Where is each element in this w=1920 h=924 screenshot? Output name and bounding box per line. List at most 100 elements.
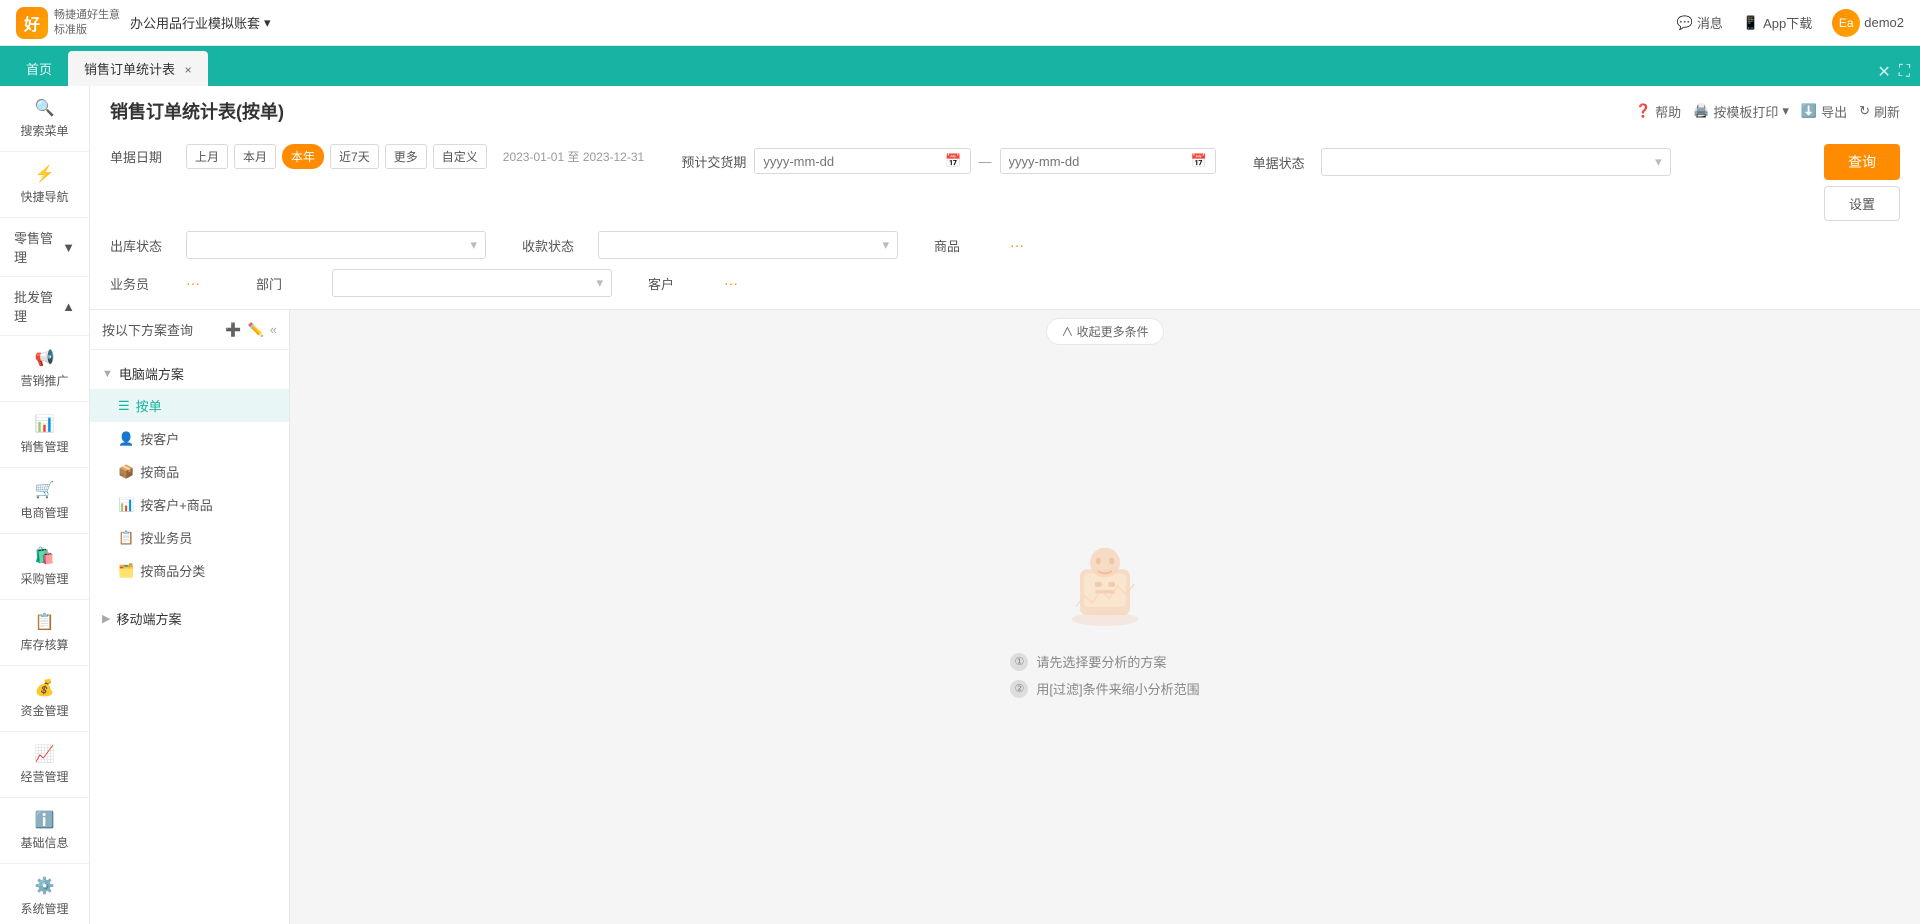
goods-input[interactable]: ··· xyxy=(1010,237,1024,253)
sidebar-item-marketing[interactable]: 📢 营销推广 xyxy=(0,336,89,402)
by-customer-goods-icon: 📊 xyxy=(118,497,134,513)
date-btn-this-year[interactable]: 本年 xyxy=(282,144,324,169)
expected-date-from-wrap: 📅 xyxy=(754,148,970,174)
sidebar-finance-label: 资金管理 xyxy=(20,702,68,719)
filter-panel: 单据日期 上月 本月 本年 近7天 更多 自定义 2023-01-01 至 20… xyxy=(90,132,1920,310)
chevron-down-icon: ▾ xyxy=(264,15,271,31)
tab-close-icon[interactable]: × xyxy=(185,63,192,77)
mobile-section-label: 移动端方案 xyxy=(116,609,181,628)
content-area: 销售订单统计表(按单) ❓ 帮助 🖨️ 按模板打印 ▾ ⬇️ 导出 ↻ 刷新 xyxy=(90,86,1920,924)
sidebar-item-retail[interactable]: 零售管理 ▼ xyxy=(0,218,89,277)
scheme-item-by-customer-goods[interactable]: 📊 按客户+商品 xyxy=(90,488,289,521)
collapse-bar: ∧ 收起更多条件 xyxy=(290,310,1920,353)
scheme-item-by-customer[interactable]: 👤 按客户 xyxy=(90,422,289,455)
tip-text-1: 请先选择要分析的方案 xyxy=(1036,652,1166,671)
sidebar-ecommerce-label: 电商管理 xyxy=(20,504,68,521)
logo-area: 好 畅捷通好生意 标准版 xyxy=(16,7,120,39)
tab-home[interactable]: 首页 xyxy=(10,51,68,86)
refresh-label: 刷新 xyxy=(1874,102,1900,121)
sidebar-retail-label: 零售管理 xyxy=(14,228,62,266)
sidebar-search-label: 搜索菜单 xyxy=(20,122,68,139)
date-btn-last-month[interactable]: 上月 xyxy=(186,144,228,169)
by-order-icon: ☰ xyxy=(118,398,130,414)
inventory-icon: 📋 xyxy=(35,612,55,632)
date-btn-this-month[interactable]: 本月 xyxy=(234,144,276,169)
sidebar-marketing-label: 营销推广 xyxy=(20,372,68,389)
scheme-item-by-goods[interactable]: 📦 按商品 xyxy=(90,455,289,488)
scheme-item-by-category[interactable]: 🗂️ 按商品分类 xyxy=(90,554,289,587)
department-select[interactable]: ▾ xyxy=(332,269,612,297)
collapse-more-button[interactable]: ∧ 收起更多条件 xyxy=(1046,318,1163,345)
tip-text-2: 用[过滤]条件来缩小分析范围 xyxy=(1036,679,1199,698)
help-action[interactable]: ❓ 帮助 xyxy=(1635,102,1681,121)
expected-date-to-input[interactable] xyxy=(1009,154,1185,169)
out-status-label: 出库状态 xyxy=(110,236,170,255)
sidebar-item-sales[interactable]: 📊 销售管理 xyxy=(0,402,89,468)
date-range-display: 2023-01-01 至 2023-12-31 xyxy=(503,148,644,165)
expected-date-from-input[interactable] xyxy=(763,154,939,169)
sidebar-item-search[interactable]: 🔍 搜索菜单 xyxy=(0,86,89,152)
payment-status-label: 收款状态 xyxy=(522,236,582,255)
tab-active-label: 销售订单统计表 xyxy=(84,62,175,77)
help-icon: ❓ xyxy=(1635,103,1651,119)
export-action[interactable]: ⬇️ 导出 xyxy=(1801,102,1847,121)
sidebar-purchase-label: 采购管理 xyxy=(20,570,68,587)
window-maximize-icon[interactable]: ⛶ xyxy=(1899,63,1910,81)
mobile-scheme-section: ▶ 移动端方案 xyxy=(90,595,289,642)
window-close-icon[interactable]: ✕ xyxy=(1877,62,1890,82)
salesperson-input[interactable]: ··· xyxy=(186,275,200,291)
sidebar-item-nav[interactable]: ⚡ 快捷导航 xyxy=(0,152,89,218)
setting-button[interactable]: 设置 xyxy=(1824,186,1900,221)
scheme-item-by-order[interactable]: ☰ 按单 xyxy=(90,389,289,422)
refresh-action[interactable]: ↻ 刷新 xyxy=(1859,102,1900,121)
app-download-item[interactable]: 📱 App下载 xyxy=(1743,13,1812,32)
app-selector[interactable]: 办公用品行业模拟账套 ▾ xyxy=(130,13,271,32)
out-status-chevron-icon: ▾ xyxy=(470,237,477,253)
date-btn-custom[interactable]: 自定义 xyxy=(433,144,487,169)
filter-action-buttons: 查询 设置 xyxy=(1824,144,1900,221)
sidebar-inventory-label: 库存核算 xyxy=(20,636,68,653)
mobile-section-header[interactable]: ▶ 移动端方案 xyxy=(90,603,289,634)
template-print-label: 按模板打印 xyxy=(1713,102,1778,121)
collapse-scheme-icon[interactable]: « xyxy=(270,322,277,338)
add-scheme-icon[interactable]: ➕ xyxy=(225,322,241,338)
sidebar-item-wholesale[interactable]: 批发管理 ▲ xyxy=(0,277,89,336)
scheme-panel-header: 按以下方案查询 ➕ ✏️ « xyxy=(90,310,289,350)
app-download-label: App下载 xyxy=(1763,13,1812,32)
sidebar-item-ecommerce[interactable]: 🛒 电商管理 xyxy=(0,468,89,534)
date-btn-7days[interactable]: 近7天 xyxy=(330,144,379,169)
sidebar-item-basics[interactable]: ℹ️ 基础信息 xyxy=(0,798,89,864)
sidebar-item-purchase[interactable]: 🛍️ 采购管理 xyxy=(0,534,89,600)
retail-arrow-icon: ▼ xyxy=(62,240,75,255)
sidebar-item-finance[interactable]: 💰 资金管理 xyxy=(0,666,89,732)
payment-status-select[interactable]: ▾ xyxy=(598,231,898,259)
mobile-arrow-icon: ▶ xyxy=(102,612,110,625)
by-customer-icon: 👤 xyxy=(118,431,134,447)
desktop-section-header[interactable]: ▼ 电脑端方案 xyxy=(90,358,289,389)
tab-sales-stat[interactable]: 销售订单统计表 × xyxy=(68,51,208,86)
calendar-to-icon[interactable]: 📅 xyxy=(1191,153,1207,169)
out-status-select[interactable]: ▾ xyxy=(186,231,486,259)
status-section: 单据状态 ▾ xyxy=(1253,144,1824,176)
date-btn-more[interactable]: 更多 xyxy=(385,144,427,169)
template-print-action[interactable]: 🖨️ 按模板打印 ▾ xyxy=(1693,102,1789,121)
status-select[interactable]: ▾ xyxy=(1321,148,1671,176)
customer-label: 客户 xyxy=(648,274,708,293)
wholesale-arrow-icon: ▲ xyxy=(62,299,75,314)
query-button[interactable]: 查询 xyxy=(1824,144,1900,180)
app-selector-label: 办公用品行业模拟账套 xyxy=(130,13,260,32)
sidebar-item-system[interactable]: ⚙️ 系统管理 xyxy=(0,864,89,924)
sidebar-item-inventory[interactable]: 📋 库存核算 xyxy=(0,600,89,666)
basics-icon: ℹ️ xyxy=(35,810,55,830)
customer-input[interactable]: ··· xyxy=(724,275,738,291)
message-item[interactable]: 💬 消息 xyxy=(1677,13,1723,32)
sidebar-operations-label: 经营管理 xyxy=(20,768,68,785)
calendar-from-icon[interactable]: 📅 xyxy=(945,153,961,169)
empty-tip-1: ① 请先选择要分析的方案 xyxy=(1010,652,1199,671)
status-label: 单据状态 xyxy=(1253,153,1313,172)
user-item[interactable]: Ea demo2 xyxy=(1832,9,1904,37)
goods-label: 商品 xyxy=(934,236,994,255)
scheme-item-by-salesperson[interactable]: 📋 按业务员 xyxy=(90,521,289,554)
sidebar-item-operations[interactable]: 📈 经营管理 xyxy=(0,732,89,798)
edit-scheme-icon[interactable]: ✏️ xyxy=(248,322,264,338)
